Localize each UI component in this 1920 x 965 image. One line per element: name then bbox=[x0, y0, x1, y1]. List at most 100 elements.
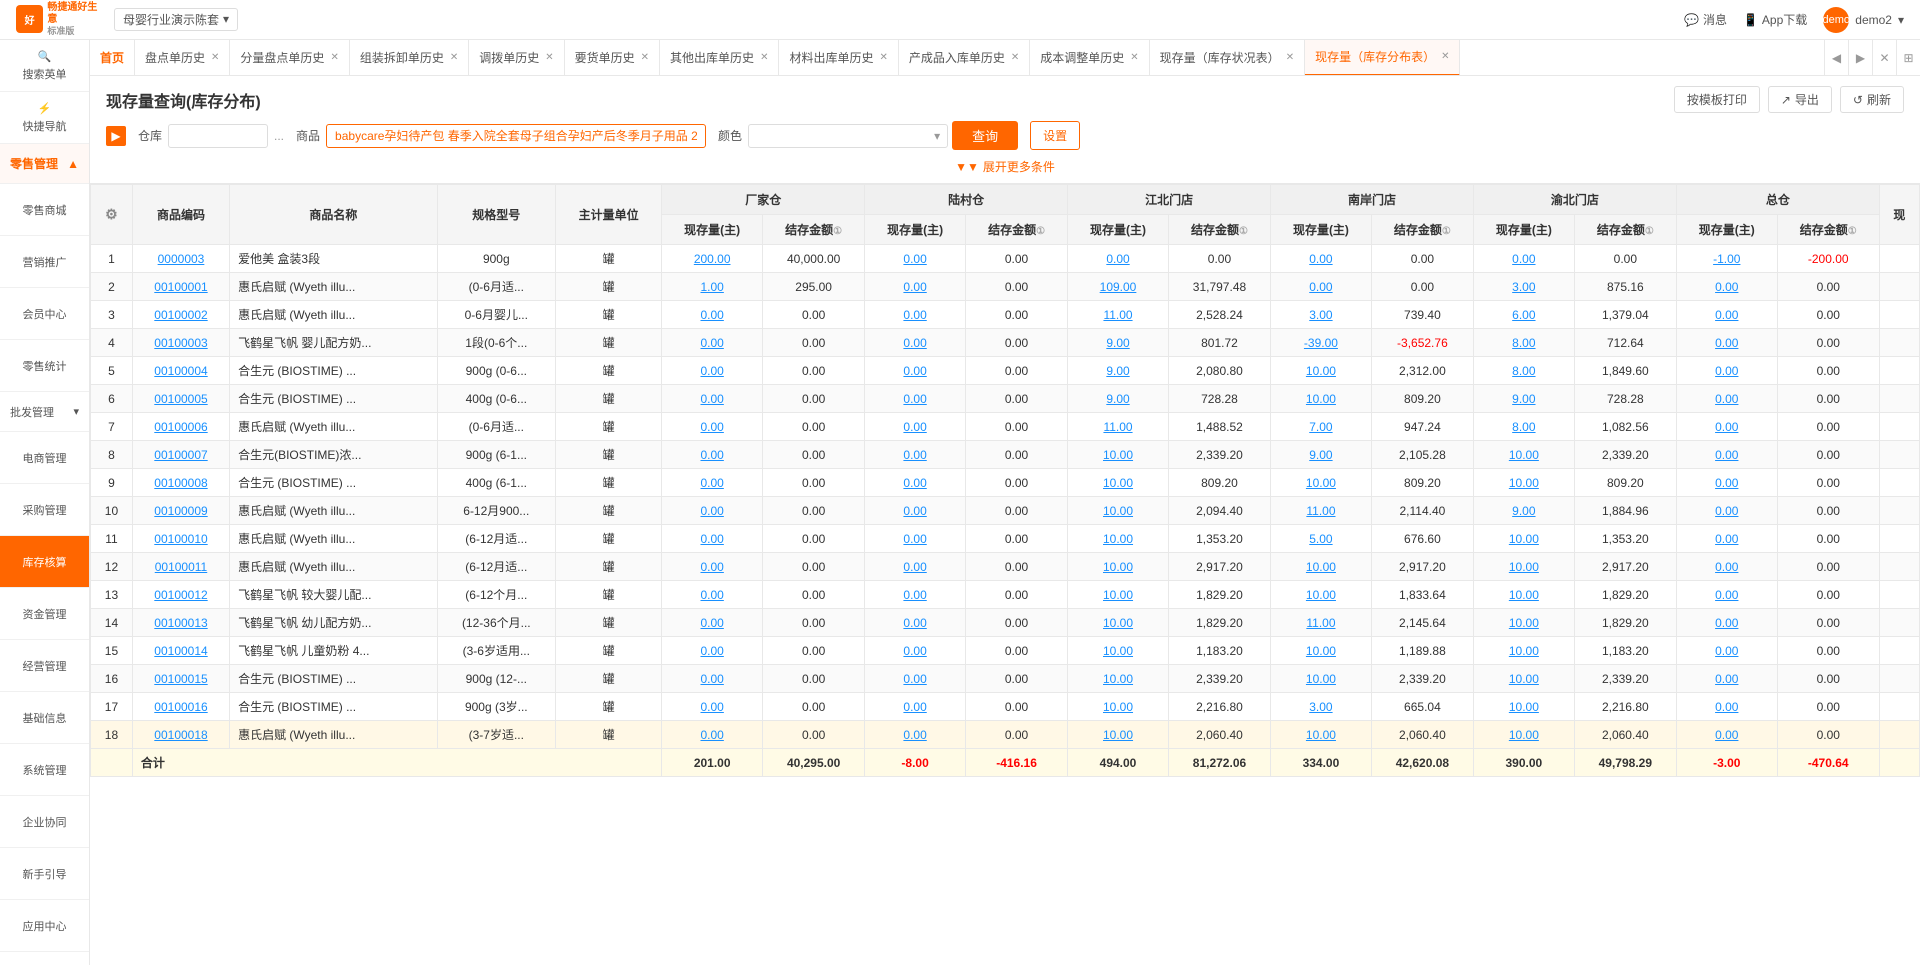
cell-yb-qty[interactable]: 10.00 bbox=[1473, 469, 1574, 497]
cell-code[interactable]: 00100015 bbox=[132, 665, 229, 693]
cell-na-qty[interactable]: 3.00 bbox=[1271, 301, 1372, 329]
cell-na-qty[interactable]: 10.00 bbox=[1271, 637, 1372, 665]
close-tab-icon[interactable]: ✕ bbox=[330, 52, 338, 63]
cell-lc-qty[interactable]: 0.00 bbox=[865, 497, 966, 525]
cell-total-qty[interactable]: 0.00 bbox=[1676, 441, 1777, 469]
sidebar-item-wechat[interactable]: 企业微信 bbox=[0, 952, 89, 965]
sidebar-item-retail-mall[interactable]: 零售商城 bbox=[0, 184, 89, 236]
cell-total-qty[interactable]: 0.00 bbox=[1676, 329, 1777, 357]
cell-jb-qty[interactable]: 10.00 bbox=[1068, 525, 1169, 553]
close-tab-icon[interactable]: ✕ bbox=[211, 52, 219, 63]
cell-yb-qty[interactable]: 8.00 bbox=[1473, 329, 1574, 357]
cell-cj-qty[interactable]: 0.00 bbox=[662, 525, 763, 553]
cell-jb-qty[interactable]: 11.00 bbox=[1068, 413, 1169, 441]
cell-total-qty[interactable]: 0.00 bbox=[1676, 273, 1777, 301]
cell-lc-qty[interactable]: 0.00 bbox=[865, 553, 966, 581]
cell-total-qty[interactable]: 0.00 bbox=[1676, 497, 1777, 525]
cell-code[interactable]: 00100007 bbox=[132, 441, 229, 469]
cell-code[interactable]: 00100016 bbox=[132, 693, 229, 721]
info-icon[interactable]: ① bbox=[1645, 226, 1654, 237]
cell-code[interactable]: 00100001 bbox=[132, 273, 229, 301]
cell-cj-qty[interactable]: 0.00 bbox=[662, 693, 763, 721]
tab-material-out[interactable]: 材料出库单历史✕ bbox=[779, 40, 898, 76]
tab-stock-status[interactable]: 现存量（库存状况表）✕ bbox=[1150, 40, 1305, 76]
cell-lc-qty[interactable]: 0.00 bbox=[865, 385, 966, 413]
sidebar-item-nav[interactable]: ⚡ 快捷导航 bbox=[0, 92, 89, 144]
cell-yb-qty[interactable]: 10.00 bbox=[1473, 637, 1574, 665]
cell-lc-qty[interactable]: 0.00 bbox=[865, 693, 966, 721]
cell-lc-qty[interactable]: 0.00 bbox=[865, 637, 966, 665]
cell-na-qty[interactable]: 0.00 bbox=[1271, 273, 1372, 301]
color-dropdown-icon[interactable]: ▾ bbox=[934, 129, 940, 143]
cell-cj-qty[interactable]: 1.00 bbox=[662, 273, 763, 301]
cell-yb-qty[interactable]: 8.00 bbox=[1473, 413, 1574, 441]
user-menu[interactable]: demo demo2 ▾ bbox=[1823, 7, 1904, 33]
sidebar-item-inventory[interactable]: 库存核算 bbox=[0, 536, 89, 588]
sidebar-item-finance[interactable]: 资金管理 bbox=[0, 588, 89, 640]
cell-total-qty[interactable]: 0.00 bbox=[1676, 469, 1777, 497]
cell-yb-qty[interactable]: 0.00 bbox=[1473, 245, 1574, 273]
cell-code[interactable]: 0000003 bbox=[132, 245, 229, 273]
info-icon[interactable]: ① bbox=[1239, 226, 1248, 237]
cell-code[interactable]: 00100006 bbox=[132, 413, 229, 441]
cell-total-qty[interactable]: 0.00 bbox=[1676, 301, 1777, 329]
cell-cj-qty[interactable]: 0.00 bbox=[662, 637, 763, 665]
export-btn[interactable]: ↗ 导出 bbox=[1768, 86, 1832, 113]
cell-code[interactable]: 00100008 bbox=[132, 469, 229, 497]
tab-stock-dist[interactable]: 现存量（库存分布表）✕ bbox=[1305, 40, 1460, 76]
cell-na-qty[interactable]: 10.00 bbox=[1271, 665, 1372, 693]
cell-na-qty[interactable]: 11.00 bbox=[1271, 497, 1372, 525]
cell-code[interactable]: 00100004 bbox=[132, 357, 229, 385]
industry-selector[interactable]: 母婴行业演示陈套 ▾ bbox=[114, 8, 238, 31]
cell-code[interactable]: 00100010 bbox=[132, 525, 229, 553]
cell-lc-qty[interactable]: 0.00 bbox=[865, 301, 966, 329]
cell-jb-qty[interactable]: 10.00 bbox=[1068, 637, 1169, 665]
cell-code[interactable]: 00100003 bbox=[132, 329, 229, 357]
close-tab-icon[interactable]: ✕ bbox=[1130, 52, 1138, 63]
cell-jb-qty[interactable]: 109.00 bbox=[1068, 273, 1169, 301]
cell-lc-qty[interactable]: 0.00 bbox=[865, 665, 966, 693]
refresh-btn[interactable]: ↺ 刷新 bbox=[1840, 86, 1904, 113]
cell-code[interactable]: 00100005 bbox=[132, 385, 229, 413]
message-btn[interactable]: 💬 消息 bbox=[1684, 11, 1727, 28]
cell-jb-qty[interactable]: 10.00 bbox=[1068, 609, 1169, 637]
cell-yb-qty[interactable]: 10.00 bbox=[1473, 553, 1574, 581]
cell-code[interactable]: 00100011 bbox=[132, 553, 229, 581]
cell-total-qty[interactable]: 0.00 bbox=[1676, 581, 1777, 609]
cell-jb-qty[interactable]: 9.00 bbox=[1068, 385, 1169, 413]
cell-code[interactable]: 00100012 bbox=[132, 581, 229, 609]
settings-icon[interactable]: ⚙ bbox=[105, 206, 118, 222]
cell-na-qty[interactable]: 7.00 bbox=[1271, 413, 1372, 441]
cell-na-qty[interactable]: -39.00 bbox=[1271, 329, 1372, 357]
cell-lc-qty[interactable]: 0.00 bbox=[865, 413, 966, 441]
cell-lc-qty[interactable]: 0.00 bbox=[865, 469, 966, 497]
cell-yb-qty[interactable]: 10.00 bbox=[1473, 665, 1574, 693]
cell-cj-qty[interactable]: 0.00 bbox=[662, 413, 763, 441]
close-tab-icon[interactable]: ✕ bbox=[760, 52, 768, 63]
cell-total-qty[interactable]: 0.00 bbox=[1676, 413, 1777, 441]
cell-na-qty[interactable]: 10.00 bbox=[1271, 553, 1372, 581]
goods-input[interactable] bbox=[326, 124, 706, 148]
cell-total-qty[interactable]: 0.00 bbox=[1676, 721, 1777, 749]
sidebar-item-retail[interactable]: 零售管理 ▲ bbox=[0, 144, 89, 184]
cell-jb-qty[interactable]: 11.00 bbox=[1068, 301, 1169, 329]
cell-yb-qty[interactable]: 10.00 bbox=[1473, 721, 1574, 749]
sidebar-item-ecommerce[interactable]: 电商管理 bbox=[0, 432, 89, 484]
cell-na-qty[interactable]: 10.00 bbox=[1271, 581, 1372, 609]
cell-jb-qty[interactable]: 9.00 bbox=[1068, 329, 1169, 357]
sidebar-item-collab[interactable]: 企业协同 bbox=[0, 796, 89, 848]
cell-yb-qty[interactable]: 9.00 bbox=[1473, 385, 1574, 413]
cell-lc-qty[interactable]: 0.00 bbox=[865, 525, 966, 553]
cell-yb-qty[interactable]: 9.00 bbox=[1473, 497, 1574, 525]
sidebar-item-wholesale[interactable]: 批发管理 ▾ bbox=[0, 392, 89, 432]
cell-total-qty[interactable]: 0.00 bbox=[1676, 609, 1777, 637]
cell-lc-qty[interactable]: 0.00 bbox=[865, 609, 966, 637]
close-tab-icon[interactable]: ✕ bbox=[1441, 51, 1449, 62]
nav-close-btn[interactable]: ✕ bbox=[1872, 40, 1896, 76]
close-tab-icon[interactable]: ✕ bbox=[1011, 52, 1019, 63]
tab-cost-adjust[interactable]: 成本调整单历史✕ bbox=[1030, 40, 1149, 76]
tab-partial-check[interactable]: 分量盘点单历史✕ bbox=[230, 40, 349, 76]
warehouse-input[interactable] bbox=[168, 124, 268, 148]
info-icon[interactable]: ① bbox=[1848, 226, 1857, 237]
nav-menu-btn[interactable]: ⊞ bbox=[1896, 40, 1920, 76]
